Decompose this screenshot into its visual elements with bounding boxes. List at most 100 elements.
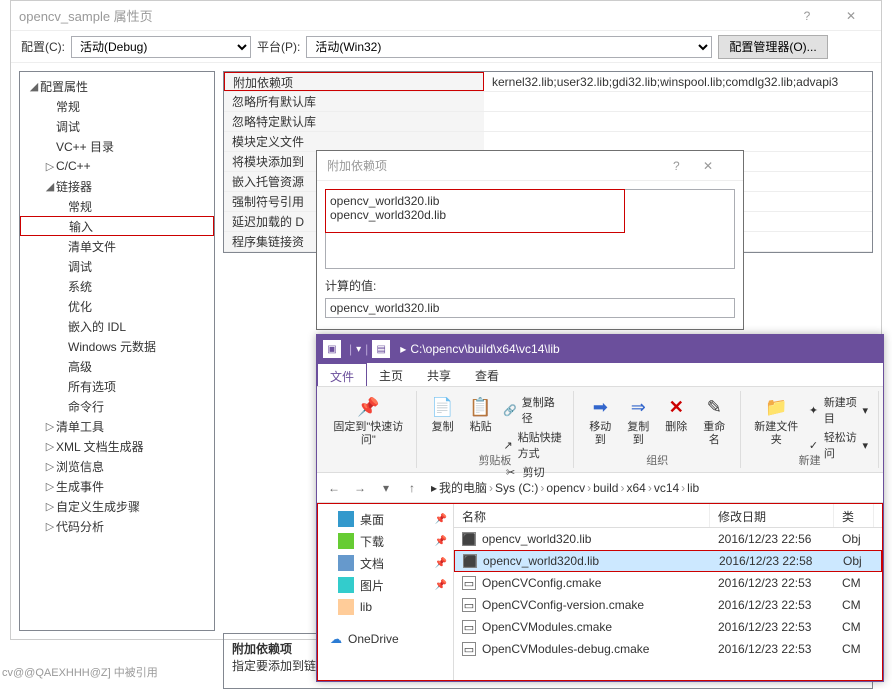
newfolder-button[interactable]: 📁新建文件夹 [749, 391, 803, 462]
prop-additional-deps[interactable]: 附加依赖项kernel32.lib;user32.lib;gdi32.lib;w… [224, 72, 872, 92]
pin-icon: 📌 [354, 393, 382, 421]
help-button[interactable]: ? [785, 1, 829, 30]
file-row[interactable]: ▭OpenCVModules.cmake2016/12/23 22:53CM [454, 616, 882, 638]
tree-linker-system[interactable]: 系统 [20, 276, 214, 296]
tree-manifest[interactable]: ▷清单工具 [20, 416, 214, 436]
file-name: opencv_world320.lib [482, 532, 591, 546]
file-type: CM [834, 620, 874, 634]
tree-debug[interactable]: 调试 [20, 116, 214, 136]
tree-config-props[interactable]: ◢配置属性 [20, 76, 214, 96]
explorer-tabs: 文件 主页 共享 查看 [317, 363, 883, 387]
tree-linker-manifest[interactable]: 清单文件 [20, 236, 214, 256]
crumb-opencv[interactable]: opencv [546, 481, 585, 495]
crumb-build[interactable]: build [593, 481, 618, 495]
file-explorer: ▣ | ▾ | ▤ ▸ C:\opencv\build\x64\vc14\lib… [316, 334, 884, 682]
newfolder-icon: 📁 [762, 393, 790, 421]
property-tree[interactable]: ◢配置属性 常规 调试 VC++ 目录 ▷C/C++ ◢链接器 常规 输入 清单… [19, 71, 215, 631]
adddep-help-button[interactable]: ? [673, 159, 703, 173]
folder-icon: ▤ [372, 340, 390, 358]
adddep-textarea[interactable]: opencv_world320.lib opencv_world320d.lib [325, 189, 735, 269]
list-header[interactable]: 名称 修改日期 类 [454, 504, 882, 528]
tree-xmldoc[interactable]: ▷XML 文档生成器 [20, 436, 214, 456]
tab-file[interactable]: 文件 [317, 363, 367, 386]
crumb-x64[interactable]: x64 [626, 481, 645, 495]
moveto-button[interactable]: ➡移动到 [582, 391, 618, 449]
side-desktop[interactable]: 桌面📌 [318, 508, 453, 530]
tree-linker-winmd[interactable]: Windows 元数据 [20, 336, 214, 356]
file-row[interactable]: ⬛opencv_world320.lib2016/12/23 22:56Obj [454, 528, 882, 550]
adddep-calc-value: opencv_world320.lib [325, 298, 735, 318]
back-button[interactable]: ← [323, 477, 345, 499]
adddep-highlight: opencv_world320.lib opencv_world320d.lib [325, 189, 625, 233]
adddep-close-button[interactable]: ✕ [703, 159, 733, 173]
file-row[interactable]: ▭OpenCVConfig-version.cmake2016/12/23 22… [454, 594, 882, 616]
up-button[interactable]: ↑ [401, 477, 423, 499]
tree-linker-input[interactable]: 输入 [20, 216, 214, 236]
prop-ignore-all[interactable]: 忽略所有默认库 [224, 92, 872, 112]
col-type[interactable]: 类 [834, 504, 874, 527]
dropdown-icon[interactable]: ▾ [356, 344, 361, 355]
crumb-lib[interactable]: lib [687, 481, 699, 495]
side-downloads[interactable]: 下载📌 [318, 530, 453, 552]
explorer-sidebar[interactable]: 桌面📌 下载📌 文档📌 图片📌 lib ☁OneDrive [318, 504, 454, 680]
tab-share[interactable]: 共享 [415, 363, 463, 386]
tree-vcdirs[interactable]: VC++ 目录 [20, 136, 214, 156]
delete-button[interactable]: ✕删除 [658, 391, 694, 449]
file-list[interactable]: 名称 修改日期 类 ⬛opencv_world320.lib2016/12/23… [454, 504, 882, 680]
platform-select[interactable]: 活动(Win32) [306, 36, 712, 58]
tree-linker-cmdline[interactable]: 命令行 [20, 396, 214, 416]
tree-linker-idl[interactable]: 嵌入的 IDL [20, 316, 214, 336]
copypath-button[interactable]: 🔗复制路径 [501, 393, 566, 427]
prop-ignore-specific[interactable]: 忽略特定默认库 [224, 112, 872, 132]
desktop-icon [338, 511, 354, 527]
file-row[interactable]: ▭OpenCVConfig.cmake2016/12/23 22:53CM [454, 572, 882, 594]
tree-general[interactable]: 常规 [20, 96, 214, 116]
tree-custombuild[interactable]: ▷自定义生成步骤 [20, 496, 214, 516]
tree-linker-advanced[interactable]: 高级 [20, 356, 214, 376]
expand-icon: ▷ [44, 500, 56, 513]
crumb-vc14[interactable]: vc14 [654, 481, 679, 495]
newitem-button[interactable]: ✦新建项目 ▾ [805, 393, 870, 427]
tree-codeanalysis[interactable]: ▷代码分析 [20, 516, 214, 536]
col-date[interactable]: 修改日期 [710, 504, 834, 527]
crumb-pc[interactable]: 我的电脑 [439, 479, 487, 496]
prop-moddef[interactable]: 模块定义文件 [224, 132, 872, 152]
tree-ccpp[interactable]: ▷C/C++ [20, 156, 214, 176]
explorer-titlebar[interactable]: ▣ | ▾ | ▤ ▸ C:\opencv\build\x64\vc14\lib [317, 335, 883, 363]
expand-icon: ▷ [44, 480, 56, 493]
copy-button[interactable]: 📄复制 [425, 391, 461, 481]
file-row[interactable]: ⬛opencv_world320d.lib2016/12/23 22:58Obj [454, 550, 882, 572]
expand-icon: ▷ [44, 420, 56, 433]
tree-browse[interactable]: ▷浏览信息 [20, 456, 214, 476]
side-onedrive[interactable]: ☁OneDrive [318, 628, 453, 650]
side-pics[interactable]: 图片📌 [318, 574, 453, 596]
file-row[interactable]: ▭OpenCVModules-debug.cmake2016/12/23 22:… [454, 638, 882, 660]
copyto-button[interactable]: ⇒复制到 [620, 391, 656, 449]
close-button[interactable]: ✕ [829, 1, 873, 30]
tree-linker-optimize[interactable]: 优化 [20, 296, 214, 316]
config-select[interactable]: 活动(Debug) [71, 36, 251, 58]
tab-view[interactable]: 查看 [463, 363, 511, 386]
rename-button[interactable]: ✎重命名 [696, 391, 732, 449]
tab-home[interactable]: 主页 [367, 363, 415, 386]
tree-linker-allopts[interactable]: 所有选项 [20, 376, 214, 396]
pin-quickaccess-button[interactable]: 📌固定到"快速访问" [329, 391, 408, 449]
side-lib[interactable]: lib [318, 596, 453, 618]
crumb-sys[interactable]: Sys (C:) [495, 481, 538, 495]
file-type: Obj [835, 554, 875, 568]
shortcut-icon: ↗ [503, 437, 514, 453]
file-date: 2016/12/23 22:53 [710, 576, 834, 590]
tree-linker-general[interactable]: 常规 [20, 196, 214, 216]
side-docs[interactable]: 文档📌 [318, 552, 453, 574]
paste-icon: 📋 [467, 393, 495, 421]
tree-buildevents[interactable]: ▷生成事件 [20, 476, 214, 496]
file-date: 2016/12/23 22:58 [711, 554, 835, 568]
history-button[interactable]: ▾ [375, 477, 397, 499]
config-manager-button[interactable]: 配置管理器(O)... [718, 35, 827, 59]
tree-linker-debug[interactable]: 调试 [20, 256, 214, 276]
forward-button[interactable]: → [349, 477, 371, 499]
col-name[interactable]: 名称 [454, 504, 710, 527]
file-date: 2016/12/23 22:53 [710, 620, 834, 634]
tree-linker[interactable]: ◢链接器 [20, 176, 214, 196]
file-icon: ▭ [462, 576, 476, 590]
